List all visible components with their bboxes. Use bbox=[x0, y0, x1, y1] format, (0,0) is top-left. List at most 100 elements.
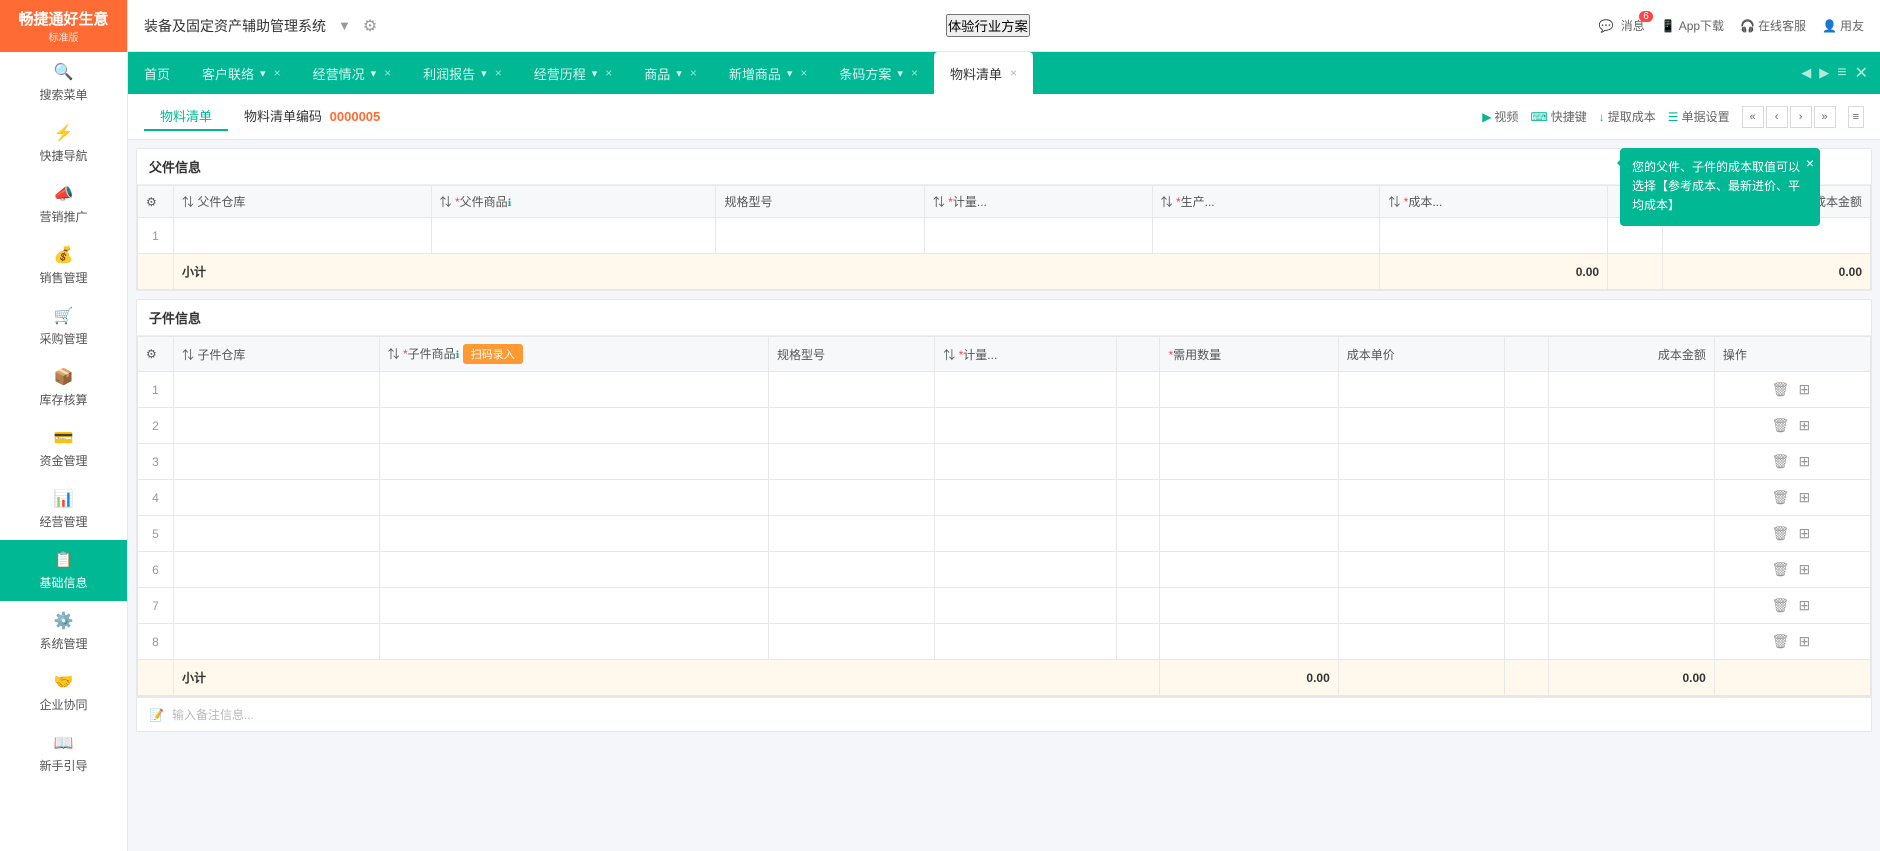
tab-bom-close[interactable]: × bbox=[1010, 66, 1017, 80]
copy-icon[interactable]: ⊞ bbox=[1794, 632, 1814, 652]
delete-icon[interactable]: 🗑 bbox=[1770, 524, 1790, 544]
sidebar-item-sales[interactable]: 💰 销售管理 bbox=[0, 235, 127, 296]
delete-icon[interactable]: 🗑 bbox=[1770, 488, 1790, 508]
tooltip-close-button[interactable]: × bbox=[1806, 152, 1814, 174]
view-action[interactable]: ▶ 视频 bbox=[1482, 108, 1518, 125]
tab-profit-close[interactable]: × bbox=[495, 66, 502, 80]
tab-customer[interactable]: 客户联络 ▾ × bbox=[186, 52, 297, 94]
child-col-settings[interactable]: ⚙ bbox=[138, 337, 174, 372]
sidebar-item-basic-info[interactable]: 📋 基础信息 bbox=[0, 540, 127, 601]
extract-cost-action[interactable]: ↓ 提取成本 bbox=[1599, 108, 1656, 125]
child-col-extra2 bbox=[1505, 337, 1548, 372]
message-badge-container[interactable]: 💬 6 消息 bbox=[1598, 17, 1644, 34]
sidebar-item-search[interactable]: 🔍 搜索菜单 bbox=[0, 52, 127, 113]
online-service-link[interactable]: 🎧 在线客服 bbox=[1740, 17, 1806, 34]
copy-icon[interactable]: ⊞ bbox=[1794, 560, 1814, 580]
tab-goods[interactable]: 商品 ▾ × bbox=[628, 52, 713, 94]
delete-icon[interactable]: 🗑 bbox=[1770, 416, 1790, 436]
tab-right-arrow[interactable]: ▶ bbox=[1815, 65, 1833, 81]
tab-new-goods-close[interactable]: × bbox=[800, 66, 807, 80]
shortcut-action[interactable]: ⌨ 快捷键 bbox=[1530, 108, 1586, 125]
page-tab-bom-code[interactable]: 物料清单编码 0000005 bbox=[228, 102, 396, 131]
marketing-icon: 📣 bbox=[54, 184, 74, 204]
tab-barcode[interactable]: 条码方案 ▾ × bbox=[823, 52, 934, 94]
sidebar-item-purchase[interactable]: 🛒 采购管理 bbox=[0, 296, 127, 357]
sidebar-item-quick-nav[interactable]: ⚡ 快捷导航 bbox=[0, 113, 127, 174]
delete-icon[interactable]: 🗑 bbox=[1770, 596, 1790, 616]
tab-history[interactable]: 经营历程 ▾ × bbox=[518, 52, 629, 94]
tab-new-goods[interactable]: 新增商品 ▾ × bbox=[713, 52, 824, 94]
next-page-arrow[interactable]: › bbox=[1790, 106, 1812, 128]
child-subtotal-amount: 0.00 bbox=[1548, 660, 1714, 696]
sidebar-item-finance[interactable]: 💳 资金管理 bbox=[0, 418, 127, 479]
scan-input-button[interactable]: 扫码录入 bbox=[463, 344, 523, 364]
extract-icon: ↓ bbox=[1599, 110, 1605, 124]
child-row-2-qty[interactable] bbox=[1160, 408, 1338, 444]
extract-cost-label: 提取成本 bbox=[1608, 108, 1656, 125]
child-row-1-unit-cost[interactable] bbox=[1338, 372, 1504, 408]
last-page-arrow[interactable]: » bbox=[1814, 106, 1836, 128]
tab-barcode-close[interactable]: × bbox=[911, 66, 918, 80]
dropdown-arrow-icon[interactable]: ▼ bbox=[338, 18, 351, 33]
tab-customer-close[interactable]: × bbox=[274, 66, 281, 80]
sidebar-item-guide[interactable]: 📖 新手引导 bbox=[0, 723, 127, 784]
tab-operations[interactable]: 经营情况 ▾ × bbox=[297, 52, 408, 94]
online-service-label: 在线客服 bbox=[1758, 17, 1806, 34]
tab-left-arrow[interactable]: ◀ bbox=[1797, 65, 1815, 81]
child-row-2-unit-cost[interactable] bbox=[1338, 408, 1504, 444]
settings-icon[interactable]: ⚙ bbox=[363, 16, 377, 36]
app-download-link[interactable]: 📱 App下载 bbox=[1661, 17, 1724, 34]
child-row-2-goods[interactable] bbox=[379, 408, 768, 444]
copy-icon[interactable]: ⊞ bbox=[1794, 596, 1814, 616]
parent-col-spec: 规格型号 bbox=[716, 186, 924, 218]
delete-icon[interactable]: 🗑 bbox=[1770, 560, 1790, 580]
sidebar-item-inventory[interactable]: 📦 库存核算 bbox=[0, 357, 127, 418]
parent-row-1-unit[interactable] bbox=[924, 218, 1152, 254]
user-area[interactable]: 👤 用友 bbox=[1822, 17, 1864, 34]
sidebar-item-marketing[interactable]: 📣 营销推广 bbox=[0, 174, 127, 235]
delete-icon[interactable]: 🗑 bbox=[1770, 632, 1790, 652]
child-row-1-qty[interactable] bbox=[1160, 372, 1338, 408]
tab-operations-close[interactable]: × bbox=[384, 66, 391, 80]
single-setting-action[interactable]: ☰ 单据设置 bbox=[1668, 108, 1730, 125]
parent-row-1-goods[interactable] bbox=[431, 218, 716, 254]
parent-row-1-cost[interactable] bbox=[1380, 218, 1608, 254]
copy-icon[interactable]: ⊞ bbox=[1794, 416, 1814, 436]
tooltip-text: 您的父件、子件的成本取值可以选择【参考成本、最新进价、平均成本】 bbox=[1632, 160, 1800, 212]
search-icon: 🔍 bbox=[54, 62, 74, 82]
child-row-2-unit[interactable] bbox=[935, 408, 1117, 444]
copy-icon[interactable]: ⊞ bbox=[1794, 524, 1814, 544]
parent-row-1-produce[interactable] bbox=[1152, 218, 1380, 254]
parent-row-1-spec[interactable] bbox=[716, 218, 924, 254]
delete-icon[interactable]: 🗑 bbox=[1770, 452, 1790, 472]
sidebar-item-system[interactable]: ⚙️ 系统管理 bbox=[0, 601, 127, 662]
copy-icon[interactable]: ⊞ bbox=[1794, 380, 1814, 400]
delete-icon[interactable]: 🗑 bbox=[1770, 380, 1790, 400]
sidebar-item-operations[interactable]: 📊 经营管理 bbox=[0, 479, 127, 540]
copy-icon[interactable]: ⊞ bbox=[1794, 452, 1814, 472]
window-close-icon[interactable]: ✕ bbox=[1851, 63, 1872, 83]
trial-button[interactable]: 体验行业方案 bbox=[946, 14, 1030, 37]
page-tab-bom-list[interactable]: 物料清单 bbox=[144, 102, 228, 131]
child-row-1-goods[interactable] bbox=[379, 372, 768, 408]
tab-goods-close[interactable]: × bbox=[690, 66, 697, 80]
tab-home[interactable]: 首页 bbox=[128, 52, 186, 94]
tab-profit[interactable]: 利润报告 ▾ × bbox=[407, 52, 518, 94]
child-row-1-unit[interactable] bbox=[935, 372, 1117, 408]
copy-icon[interactable]: ⊞ bbox=[1794, 488, 1814, 508]
child-row-2-spec[interactable] bbox=[768, 408, 934, 444]
child-row-1-spec[interactable] bbox=[768, 372, 934, 408]
parent-col-settings[interactable]: ⚙ bbox=[138, 186, 174, 218]
child-row-1-warehouse[interactable] bbox=[174, 372, 380, 408]
grid-view-icon[interactable]: ≡ bbox=[1848, 106, 1864, 128]
first-page-arrow[interactable]: « bbox=[1742, 106, 1764, 128]
tab-menu-icon[interactable]: ≡ bbox=[1833, 64, 1850, 82]
tab-history-close[interactable]: × bbox=[605, 66, 612, 80]
sidebar-item-enterprise[interactable]: 🤝 企业协同 bbox=[0, 662, 127, 723]
child-row-2-warehouse[interactable] bbox=[174, 408, 380, 444]
parent-row-1-warehouse[interactable] bbox=[174, 218, 432, 254]
prev-page-arrow[interactable]: ‹ bbox=[1766, 106, 1788, 128]
operations-icon: 📊 bbox=[54, 489, 74, 509]
tab-bom[interactable]: 物料清单 × bbox=[934, 52, 1033, 94]
bottom-hint-text[interactable]: 输入备注信息... bbox=[172, 706, 254, 723]
